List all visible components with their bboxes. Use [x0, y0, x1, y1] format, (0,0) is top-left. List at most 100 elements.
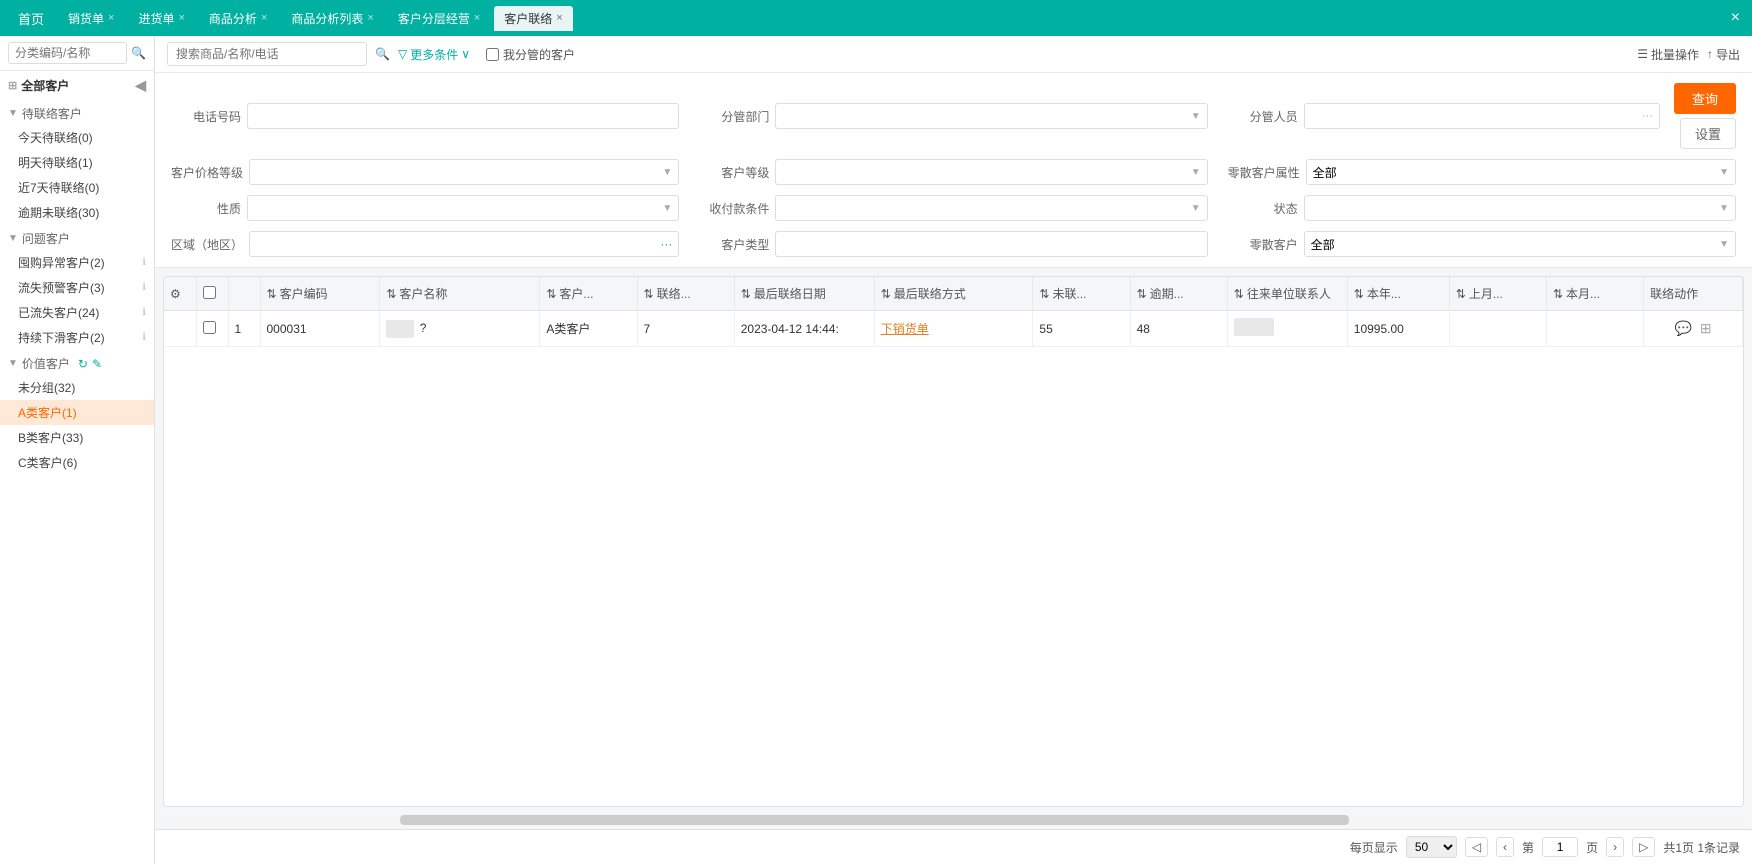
th-this-year[interactable]: ⇅ 本年...	[1347, 277, 1449, 311]
sidebar-item-hoard[interactable]: 囤购异常客户(2) ℹ	[0, 250, 154, 275]
nature-label: 性质	[171, 200, 241, 217]
sidebar-item-declining[interactable]: 持续下滑客户(2) ℹ	[0, 325, 154, 350]
sidebar-item-ungroup[interactable]: 未分组(32)	[0, 375, 154, 400]
sidebar-group-value[interactable]: ▼ 价值客户 ↻ ✎	[0, 350, 154, 375]
batch-operation-btn[interactable]: ☰ 批量操作	[1637, 46, 1699, 63]
close-analysis-list-tab[interactable]: ×	[367, 12, 373, 24]
person-select[interactable]: ···	[1304, 103, 1660, 129]
th-last-date[interactable]: ⇅ 最后联络日期	[734, 277, 874, 311]
last-method-link[interactable]: 下销货单	[881, 322, 929, 336]
sidebar-group-pending[interactable]: ▼ 待联络客户	[0, 100, 154, 125]
price-level-select[interactable]: ▼	[249, 159, 679, 185]
per-page-select[interactable]: 50 100 200	[1406, 836, 1457, 858]
page-number-input[interactable]	[1542, 837, 1578, 857]
price-level-arrow: ▼	[662, 167, 672, 178]
close-sales-tab[interactable]: ×	[108, 12, 114, 24]
close-segment-tab[interactable]: ×	[474, 12, 480, 24]
payment-label: 收付款条件	[699, 200, 769, 217]
sidebar-item-b-customers[interactable]: B类客户(33)	[0, 425, 154, 450]
more-conditions-btn[interactable]: ▽ 更多条件 ∨	[398, 46, 470, 63]
retail-customer-label: 零散客户	[1228, 236, 1298, 253]
sidebar-item-churn-warn[interactable]: 流失预警客户(3) ℹ	[0, 275, 154, 300]
last-page-btn[interactable]: ▷	[1632, 837, 1655, 857]
th-last-month[interactable]: ⇅ 上月...	[1449, 277, 1546, 311]
person-more-icon: ···	[1642, 110, 1653, 122]
filter-search-input[interactable]	[167, 42, 367, 66]
row-overdue: 48	[1130, 311, 1227, 347]
status-select[interactable]: ▼	[1304, 195, 1736, 221]
th-last-method[interactable]: ⇅ 最后联络方式	[874, 277, 1033, 311]
sidebar-item-c-customers[interactable]: C类客户(6)	[0, 450, 154, 475]
th-overdue[interactable]: ⇅ 逾期...	[1130, 277, 1227, 311]
sidebar-item-tomorrow[interactable]: 明天待联络(1)	[0, 150, 154, 175]
nav-tab-customer-segment[interactable]: 客户分层经营 ×	[388, 6, 490, 31]
department-select[interactable]: ▼	[775, 103, 1207, 129]
row-level: A类客户	[540, 311, 637, 347]
nav-tab-sales[interactable]: 销货单 ×	[58, 6, 124, 31]
filter-search-icon[interactable]: 🔍	[375, 47, 390, 61]
setup-btn[interactable]: 设置	[1680, 118, 1736, 149]
filter-payment-row: 收付款条件 ▼	[699, 195, 1207, 221]
sidebar-item-churned[interactable]: 已流失客户(24) ℹ	[0, 300, 154, 325]
close-purchase-tab[interactable]: ×	[178, 12, 184, 24]
nav-tab-analysis[interactable]: 商品分析 ×	[199, 6, 277, 31]
phone-input[interactable]	[247, 103, 679, 129]
row-no-contact: 55	[1033, 311, 1130, 347]
th-level[interactable]: ⇅ 客户...	[540, 277, 637, 311]
retail-attr-select[interactable]: 全部 ▼	[1306, 159, 1736, 185]
close-all-tabs[interactable]: ×	[1731, 9, 1740, 27]
sidebar-item-today[interactable]: 今天待联络(0)	[0, 125, 154, 150]
row-select-checkbox[interactable]	[203, 321, 216, 334]
filter-bar: 🔍 ▽ 更多条件 ∨ 我分管的客户 ☰ 批量操作 ↑ 导出	[155, 36, 1752, 73]
th-code[interactable]: ⇅ 客户编码	[260, 277, 380, 311]
th-unit-contact[interactable]: ⇅ 往来单位联系人	[1227, 277, 1347, 311]
sidebar-item-overdue-contact[interactable]: 逾期未联络(30)	[0, 200, 154, 225]
settings-gear-icon[interactable]: ⚙	[170, 287, 181, 301]
close-analysis-tab[interactable]: ×	[261, 12, 267, 24]
customer-type-label: 客户类型	[699, 236, 769, 253]
nav-tab-analysis-list[interactable]: 商品分析列表 ×	[281, 6, 383, 31]
row-index: 1	[228, 311, 260, 347]
my-customers-checkbox[interactable]	[486, 48, 499, 61]
edit-icon[interactable]: ✎	[92, 357, 102, 371]
horizontal-scrollbar[interactable]	[163, 815, 1744, 825]
export-btn[interactable]: ↑ 导出	[1707, 46, 1740, 63]
link-action-icon[interactable]: ⊞	[1700, 320, 1712, 337]
refresh-icon[interactable]: ↻	[78, 357, 88, 371]
th-contact-count[interactable]: ⇅ 联络...	[637, 277, 734, 311]
nav-home[interactable]: 首页	[8, 5, 54, 32]
sidebar-item-a-customers[interactable]: A类客户(1)	[0, 400, 154, 425]
th-checkbox	[196, 277, 228, 311]
select-all-checkbox[interactable]	[203, 286, 216, 299]
query-btn[interactable]: 查询	[1674, 83, 1736, 114]
sidebar-collapse-btn[interactable]: ◀	[135, 77, 146, 94]
region-select[interactable]: ···	[249, 231, 679, 257]
th-this-month[interactable]: ⇅ 本月...	[1546, 277, 1643, 311]
row-last-method[interactable]: 下销货单	[874, 311, 1033, 347]
retail-customer-select[interactable]: 全部 ▼	[1304, 231, 1736, 257]
message-action-icon[interactable]: 💬	[1674, 320, 1691, 337]
payment-select[interactable]: ▼	[775, 195, 1207, 221]
th-settings[interactable]: ⚙	[164, 277, 196, 311]
next-page-btn[interactable]: ›	[1606, 837, 1624, 857]
region-label: 区域（地区）	[171, 236, 243, 253]
th-name[interactable]: ⇅ 客户名称	[380, 277, 540, 311]
hoard-info-icon: ℹ	[142, 257, 146, 268]
th-index	[228, 277, 260, 311]
nav-tab-purchase[interactable]: 进货单 ×	[128, 6, 194, 31]
prev-page-btn[interactable]: ‹	[1496, 837, 1514, 857]
first-page-btn[interactable]: ◁	[1465, 837, 1488, 857]
nav-tab-customer-contact[interactable]: 客户联络 ×	[494, 6, 572, 31]
sidebar-search-input[interactable]	[8, 42, 127, 64]
customer-level-select[interactable]: ▼	[775, 159, 1207, 185]
per-page-label: 每页显示	[1350, 839, 1398, 856]
customer-type-select[interactable]	[775, 231, 1207, 257]
my-customers-filter[interactable]: 我分管的客户	[486, 46, 575, 63]
close-contact-tab[interactable]: ×	[556, 12, 562, 24]
sidebar-item-7days[interactable]: 近7天待联络(0)	[0, 175, 154, 200]
sidebar-group-problem[interactable]: ▼ 问题客户	[0, 225, 154, 250]
action-buttons: ☰ 批量操作 ↑ 导出	[1637, 46, 1740, 63]
nature-select[interactable]: ▼	[247, 195, 679, 221]
sidebar-search-icon[interactable]: 🔍	[131, 46, 146, 60]
th-no-contact[interactable]: ⇅ 未联...	[1033, 277, 1130, 311]
